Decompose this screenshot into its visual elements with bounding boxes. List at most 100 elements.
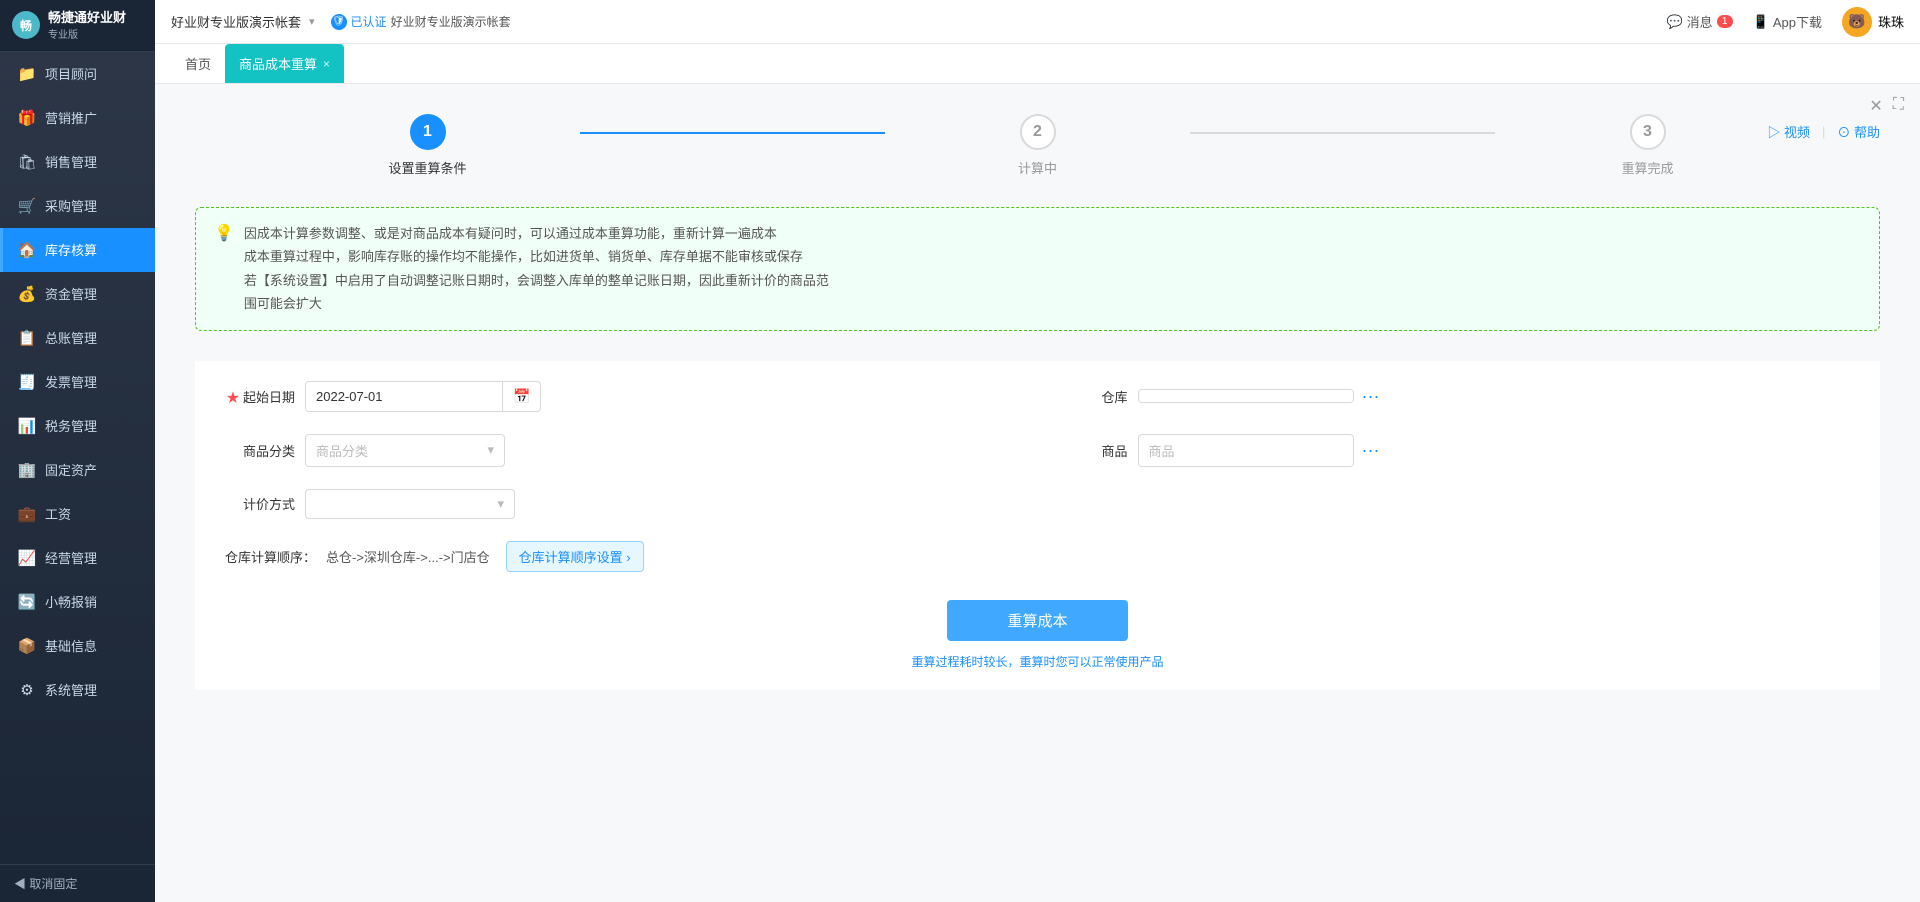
help-link[interactable]: ⊙ 帮助 xyxy=(1837,122,1880,141)
steps-help: ▷ 视频 | ⊙ 帮助 xyxy=(1767,122,1880,141)
start-date-input[interactable] xyxy=(305,381,503,412)
warehouse-ellipsis-btn[interactable]: ··· xyxy=(1354,386,1388,407)
active-tab-label: 商品成本重算 xyxy=(239,54,317,73)
pricing-select[interactable]: ▾ xyxy=(305,489,515,519)
warehouse-input[interactable] xyxy=(1138,389,1354,403)
sidebar-unpin-button[interactable]: ◀ 取消固定 xyxy=(0,864,155,902)
warehouse-label: 仓库 xyxy=(1058,387,1128,406)
info-text: 因成本计算参数调整、或是对商品成本有疑问时，可以通过成本重算功能，重新计算一遍成… xyxy=(244,222,829,316)
step-3-num: 3 xyxy=(1643,123,1652,141)
recalc-hint: 重算过程耗时较长，重算时您可以正常使用产品 xyxy=(225,653,1850,670)
sidebar-item-sales[interactable]: 🛍 销售管理 xyxy=(0,140,155,184)
marketing-icon: 🎁 xyxy=(17,108,37,128)
user-avatar: 🐻 xyxy=(1842,7,1872,37)
info-line-2: 成本重算过程中，影响库存账的操作均不能操作，比如进货单、销货单、库存单据不能审核… xyxy=(244,245,829,268)
sidebar-item-label: 销售管理 xyxy=(45,152,97,171)
accounting-icon: 📋 xyxy=(17,328,37,348)
step-2-circle: 2 xyxy=(1020,114,1056,150)
sidebar-item-marketing[interactable]: 🎁 营销推广 xyxy=(0,96,155,140)
help-divider: | xyxy=(1822,124,1825,139)
category-placeholder: 商品分类 xyxy=(316,441,368,460)
goods-field: 商品 商品 ··· xyxy=(1058,434,1851,467)
avatar-emoji: 🐻 xyxy=(1848,13,1865,30)
tab-home[interactable]: 首页 xyxy=(171,44,225,83)
warehouse-field: 仓库 ··· xyxy=(1058,386,1851,407)
category-chevron-icon: ▾ xyxy=(487,442,494,458)
step-1: 1 设置重算条件 xyxy=(275,114,580,177)
account-selector[interactable]: 好业财专业版演示帐套 ▾ xyxy=(171,12,315,31)
calendar-icon[interactable]: 📅 xyxy=(503,381,541,412)
step-3: 3 重算完成 xyxy=(1495,114,1800,177)
topbar: 好业财专业版演示帐套 ▾ 🛡 已认证 好业财专业版演示帐套 💬 消息 1 📱 A… xyxy=(155,0,1920,44)
sidebar-item-inventory[interactable]: 🏠 库存核算 xyxy=(0,228,155,272)
warehouse-order-settings-button[interactable]: 仓库计算顺序设置 › xyxy=(506,541,644,572)
warehouse-order-btn-label: 仓库计算顺序设置 › xyxy=(519,547,631,566)
steps-container: 1 设置重算条件 2 计算中 3 xyxy=(195,114,1880,177)
sidebar-item-tax[interactable]: 📊 税务管理 xyxy=(0,404,155,448)
steps-area: 1 设置重算条件 2 计算中 3 xyxy=(195,114,1880,177)
info-line-3: 若【系统设置】中启用了自动调整记账日期时，会调整入库单的整单记账日期，因此重新计… xyxy=(244,269,829,292)
goods-input[interactable]: 商品 xyxy=(1138,434,1354,467)
step-1-circle: 1 xyxy=(410,114,446,150)
unpin-label: ◀ 取消固定 xyxy=(14,875,77,892)
message-button[interactable]: 💬 消息 1 xyxy=(1666,12,1732,31)
step-1-label: 设置重算条件 xyxy=(388,158,466,177)
user-menu[interactable]: 🐻 珠珠 xyxy=(1842,7,1904,37)
home-tab-label: 首页 xyxy=(185,54,211,73)
sales-icon: 🛍 xyxy=(17,152,37,172)
pricing-field: 计价方式 ▾ xyxy=(225,489,1018,519)
dropdown-icon: ▾ xyxy=(309,15,315,28)
warehouse-order-label: 仓库计算顺序： xyxy=(225,547,316,566)
step-3-circle: 3 xyxy=(1630,114,1666,150)
verified-account-name: 好业财专业版演示帐套 xyxy=(391,13,511,30)
user-name: 珠珠 xyxy=(1878,12,1904,31)
sidebar-item-system[interactable]: ⚙ 系统管理 xyxy=(0,668,155,712)
tab-recalc[interactable]: 商品成本重算 × xyxy=(225,44,344,83)
message-icon: 💬 xyxy=(1666,14,1682,30)
sidebar-item-expense[interactable]: 🔄 小畅报销 xyxy=(0,580,155,624)
goods-ellipsis-btn[interactable]: ··· xyxy=(1354,440,1388,461)
logo-subtitle: 专业版 xyxy=(48,26,126,41)
sidebar-item-project[interactable]: 📁 项目顾问 xyxy=(0,52,155,96)
help-video-link[interactable]: ▷ 视频 xyxy=(1767,122,1810,141)
project-icon: 📁 xyxy=(17,64,37,84)
step-3-label: 重算完成 xyxy=(1621,158,1673,177)
start-date-label-text: 起始日期 xyxy=(243,390,295,405)
finance-icon: 💰 xyxy=(17,284,37,304)
basic-icon: 📦 xyxy=(17,636,37,656)
sidebar-item-label: 经营管理 xyxy=(45,548,97,567)
maximize-window-icon[interactable]: ⛶ xyxy=(1893,96,1904,116)
sidebar-item-label: 库存核算 xyxy=(45,240,97,259)
sidebar-item-salary[interactable]: 💼 工资 xyxy=(0,492,155,536)
sidebar-item-operation[interactable]: 📈 经营管理 xyxy=(0,536,155,580)
sidebar-item-label: 基础信息 xyxy=(45,636,97,655)
sidebar-item-invoice[interactable]: 🧾 发票管理 xyxy=(0,360,155,404)
sidebar-item-basic[interactable]: 📦 基础信息 xyxy=(0,624,155,668)
category-field: 商品分类 商品分类 ▾ xyxy=(225,434,1018,467)
sidebar-item-purchase[interactable]: 🛒 采购管理 xyxy=(0,184,155,228)
sidebar-item-assets[interactable]: 🏢 固定资产 xyxy=(0,448,155,492)
info-line-1: 因成本计算参数调整、或是对商品成本有疑问时，可以通过成本重算功能，重新计算一遍成… xyxy=(244,222,829,245)
assets-icon: 🏢 xyxy=(17,460,37,480)
category-select[interactable]: 商品分类 ▾ xyxy=(305,434,505,467)
system-icon: ⚙ xyxy=(17,680,37,700)
sidebar-item-label: 总账管理 xyxy=(45,328,97,347)
sidebar-item-finance[interactable]: 💰 资金管理 xyxy=(0,272,155,316)
purchase-icon: 🛒 xyxy=(17,196,37,216)
inventory-icon: 🏠 xyxy=(17,240,37,260)
form-row-2: 商品分类 商品分类 ▾ 商品 商品 ··· xyxy=(225,434,1850,467)
step-2-num: 2 xyxy=(1033,123,1042,141)
start-date-label: ★ 起始日期 xyxy=(225,387,295,406)
sidebar-item-label: 发票管理 xyxy=(45,372,97,391)
app-download-button[interactable]: 📱 App下载 xyxy=(1753,12,1822,31)
required-star: ★ xyxy=(226,390,239,405)
step-2: 2 计算中 xyxy=(885,114,1190,177)
form-row-1: ★ 起始日期 📅 仓库 ··· xyxy=(225,381,1850,412)
verified-shield: 🛡 xyxy=(331,14,347,30)
sidebar-item-accounting[interactable]: 📋 总账管理 xyxy=(0,316,155,360)
close-window-icon[interactable]: ✕ xyxy=(1869,96,1882,116)
step-line-2 xyxy=(1190,132,1495,134)
operation-icon: 📈 xyxy=(17,548,37,568)
recalc-button[interactable]: 重算成本 xyxy=(947,600,1127,641)
tab-close-icon[interactable]: × xyxy=(323,57,330,71)
